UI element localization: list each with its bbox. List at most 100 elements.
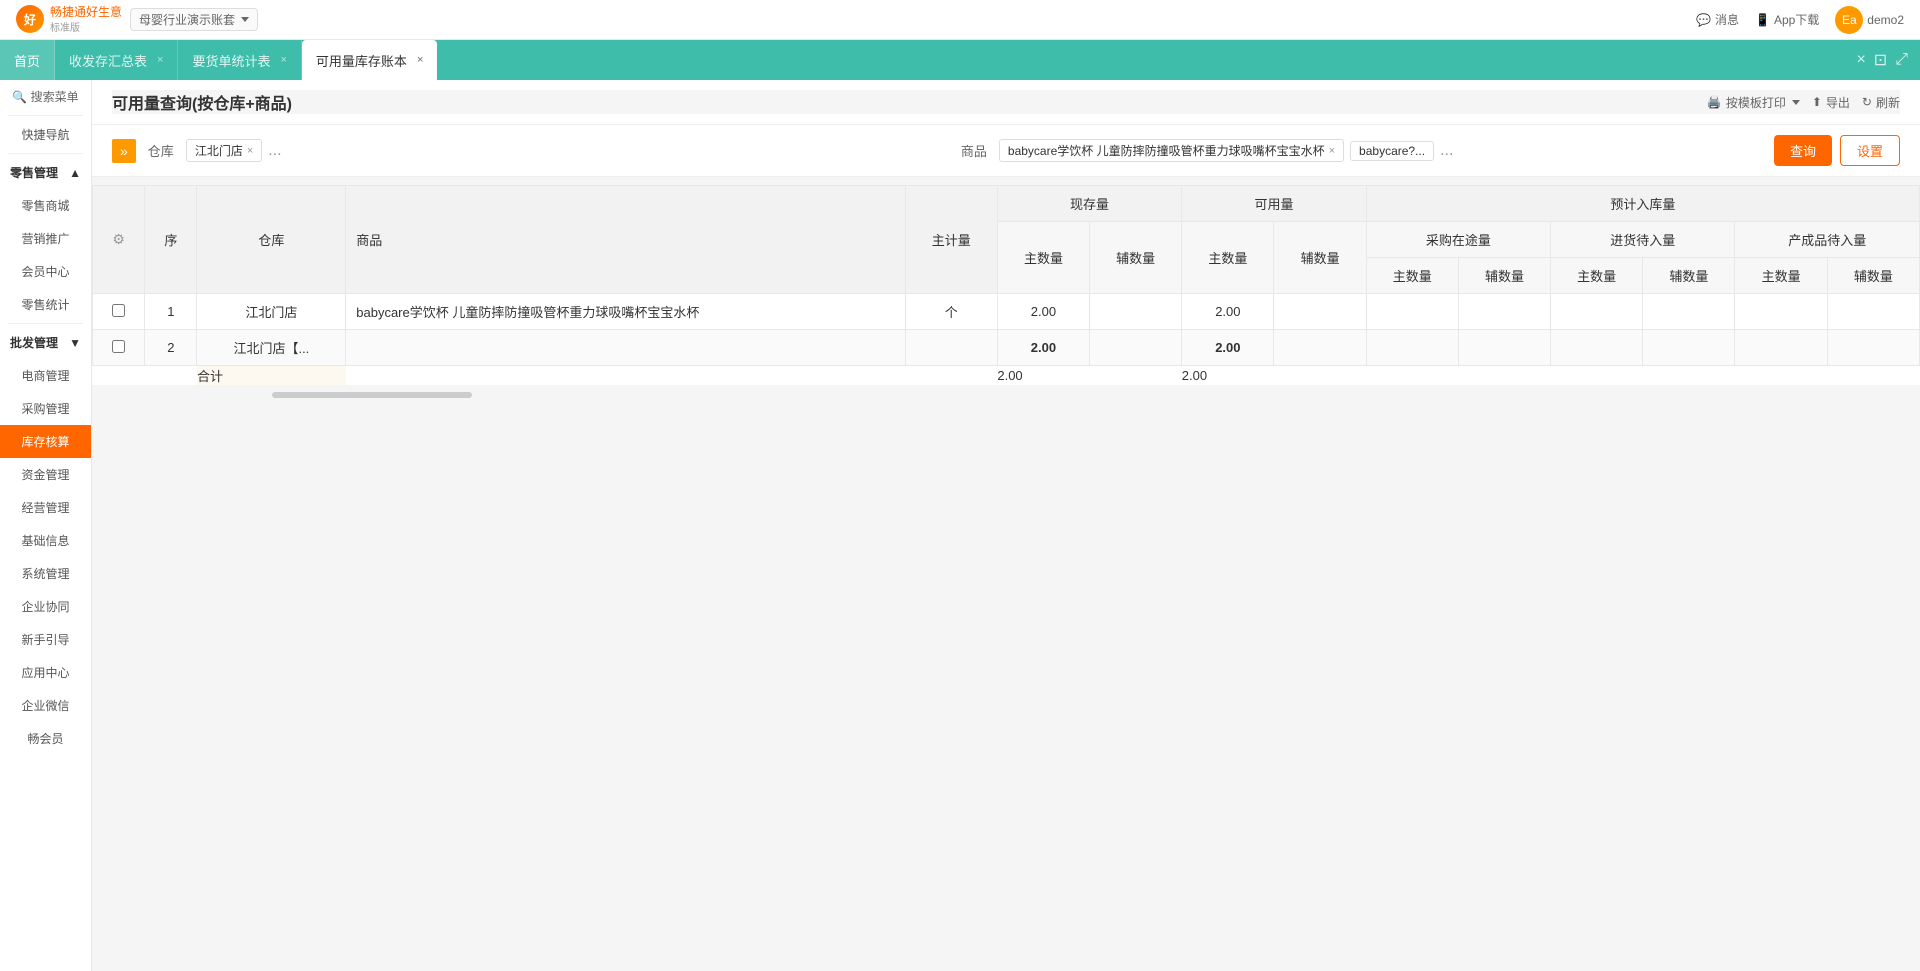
sidebar-item-enterprise[interactable]: 企业协同 <box>0 590 91 623</box>
summary-purchase-aux <box>1458 366 1550 386</box>
row-2-production-main <box>1735 330 1827 366</box>
sidebar-item-member2[interactable]: 畅会员 <box>0 722 91 755</box>
sidebar-item-appcenter[interactable]: 应用中心 <box>0 656 91 689</box>
row-2-purchase-main <box>1366 330 1458 366</box>
setting-button[interactable]: 设置 <box>1840 135 1900 166</box>
data-table: ⚙ 序 仓库 商品 主计量 现存量 可用量 预计入库量 主数量 辅数量 主数量 … <box>92 185 1920 385</box>
th-purchase-transit: 采购在途量 <box>1366 222 1550 258</box>
logo-text-block: 畅捷通好生意 标准版 <box>50 5 122 34</box>
th-incoming: 预计入库量 <box>1366 186 1919 222</box>
tab-maximize-btn[interactable]: ⤢ <box>1895 51 1908 69</box>
sidebar-item-member[interactable]: 会员中心 <box>0 255 91 288</box>
summary-unit <box>905 366 997 386</box>
tab-order-stat-close[interactable]: × <box>280 54 286 66</box>
row-1-purchase-aux <box>1458 294 1550 330</box>
print-action[interactable]: 🖨️ 按模板打印 <box>1707 94 1800 111</box>
product-more-btn[interactable]: ... <box>1440 142 1453 160</box>
row-1-checkbox[interactable] <box>112 304 125 317</box>
th-arrival-main: 主数量 <box>1551 258 1643 294</box>
tab-available[interactable]: 可用量库存账本 × <box>302 40 437 80</box>
message-action[interactable]: 💬 消息 <box>1696 11 1739 28</box>
sidebar-divider-2 <box>8 153 83 154</box>
main-layout: 🔍 搜索菜单 快捷导航 零售管理 ▲ 零售商城 营销推广 会员中心 零售统计 批… <box>0 80 1920 971</box>
row-1-arrival-main <box>1551 294 1643 330</box>
filter-toggle-btn[interactable]: » <box>112 139 136 163</box>
tab-collection-close[interactable]: × <box>157 54 163 66</box>
industry-selector[interactable]: 母婴行业演示账套 <box>130 8 258 31</box>
sidebar-appcenter-label: 应用中心 <box>21 664 69 681</box>
th-purchase-aux: 辅数量 <box>1458 258 1550 294</box>
tab-home[interactable]: 首页 <box>0 40 55 80</box>
sidebar-basic-label: 基础信息 <box>21 532 69 549</box>
product-tag-1-close[interactable]: × <box>1329 145 1335 157</box>
logo-text: 畅捷通好生意 <box>50 5 122 19</box>
product-filter-label: 商品 <box>961 141 987 160</box>
row-2-checkbox[interactable] <box>112 340 125 353</box>
row-2-unit <box>905 330 997 366</box>
horizontal-scrollbar[interactable] <box>272 392 472 398</box>
print-icon: 🖨️ <box>1707 95 1722 109</box>
tab-collection[interactable]: 收发存汇总表 × <box>55 40 178 80</box>
sidebar-item-basic[interactable]: 基础信息 <box>0 524 91 557</box>
export-action[interactable]: ⬆ 导出 <box>1812 94 1850 111</box>
summary-arrival-aux <box>1643 366 1735 386</box>
th-arrival-pending: 进货待入量 <box>1551 222 1735 258</box>
th-product: 商品 <box>346 186 905 294</box>
sidebar-item-retail-stat[interactable]: 零售统计 <box>0 288 91 321</box>
mobile-icon: 📱 <box>1755 13 1770 27</box>
user-area[interactable]: Ea demo2 <box>1835 6 1904 34</box>
filter-more-btn[interactable]: ... <box>268 142 281 160</box>
sidebar-marketing-label: 营销推广 <box>21 230 69 247</box>
sidebar-newguide-label: 新手引导 <box>21 631 69 648</box>
chevron-wholesale-icon: ▼ <box>69 336 81 350</box>
summary-stock-main: 2.00 <box>997 366 1089 386</box>
sidebar-item-purchase[interactable]: 采购管理 <box>0 392 91 425</box>
top-bar-left: 好 畅捷通好生意 标准版 母婴行业演示账套 <box>16 5 258 34</box>
refresh-action[interactable]: ↻ 刷新 <box>1862 94 1900 111</box>
industry-label: 母婴行业演示账套 <box>139 11 235 28</box>
sidebar-item-newguide[interactable]: 新手引导 <box>0 623 91 656</box>
export-icon: ⬆ <box>1812 95 1822 109</box>
row-1-purchase-main <box>1366 294 1458 330</box>
warehouse-tag-text: 江北门店 <box>195 142 243 159</box>
summary-production-aux <box>1827 366 1919 386</box>
sidebar-item-finance[interactable]: 资金管理 <box>0 458 91 491</box>
sidebar-retail-mall-label: 零售商城 <box>21 197 69 214</box>
sidebar-divider-1 <box>8 115 83 116</box>
app-download-action[interactable]: 📱 App下载 <box>1755 11 1819 28</box>
sidebar-search-label: 搜索菜单 <box>31 90 79 104</box>
tab-available-close[interactable]: × <box>417 54 423 66</box>
th-settings[interactable]: ⚙ <box>93 186 145 294</box>
row-2-warehouse: 江北门店【... <box>197 330 346 366</box>
sidebar-item-inventory[interactable]: 库存核算 <box>0 425 91 458</box>
tab-close-all-btn[interactable]: × <box>1856 51 1865 69</box>
sidebar-item-marketing[interactable]: 营销推广 <box>0 222 91 255</box>
row-2-cb[interactable] <box>93 330 145 366</box>
th-production-aux: 辅数量 <box>1827 258 1919 294</box>
sidebar-item-operation[interactable]: 经营管理 <box>0 491 91 524</box>
message-icon: 💬 <box>1696 13 1711 27</box>
sidebar-search[interactable]: 🔍 搜索菜单 <box>0 80 91 113</box>
sidebar-item-wholesale[interactable]: 批发管理 ▼ <box>0 326 91 359</box>
logo-sub: 标准版 <box>50 19 122 34</box>
th-avail-aux: 辅数量 <box>1274 222 1366 294</box>
sidebar-shortcut-label: 快捷导航 <box>21 126 69 143</box>
warehouse-tag-close[interactable]: × <box>247 145 253 157</box>
tab-order-stat[interactable]: 要货单统计表 × <box>178 40 301 80</box>
summary-stock-aux <box>1090 366 1182 386</box>
settings-icon: ⚙ <box>112 231 125 247</box>
tab-restore-btn[interactable]: ⊡ <box>1874 50 1887 70</box>
sidebar-item-ecommerce[interactable]: 电商管理 <box>0 359 91 392</box>
row-1-avail-aux <box>1274 294 1366 330</box>
row-1-cb[interactable] <box>93 294 145 330</box>
sidebar-item-wechat[interactable]: 企业微信 <box>0 689 91 722</box>
page-actions: 🖨️ 按模板打印 ⬆ 导出 ↻ 刷新 <box>1707 94 1900 111</box>
sidebar-retail-stat-label: 零售统计 <box>21 296 69 313</box>
query-button[interactable]: 查询 <box>1774 135 1832 166</box>
sidebar-item-retail-mall[interactable]: 零售商城 <box>0 189 91 222</box>
sidebar-inventory-label: 库存核算 <box>21 433 69 450</box>
sidebar-item-retail-mgmt[interactable]: 零售管理 ▲ <box>0 156 91 189</box>
top-bar-right: 💬 消息 📱 App下载 Ea demo2 <box>1696 6 1904 34</box>
sidebar-item-shortcut[interactable]: 快捷导航 <box>0 118 91 151</box>
sidebar-item-system[interactable]: 系统管理 <box>0 557 91 590</box>
